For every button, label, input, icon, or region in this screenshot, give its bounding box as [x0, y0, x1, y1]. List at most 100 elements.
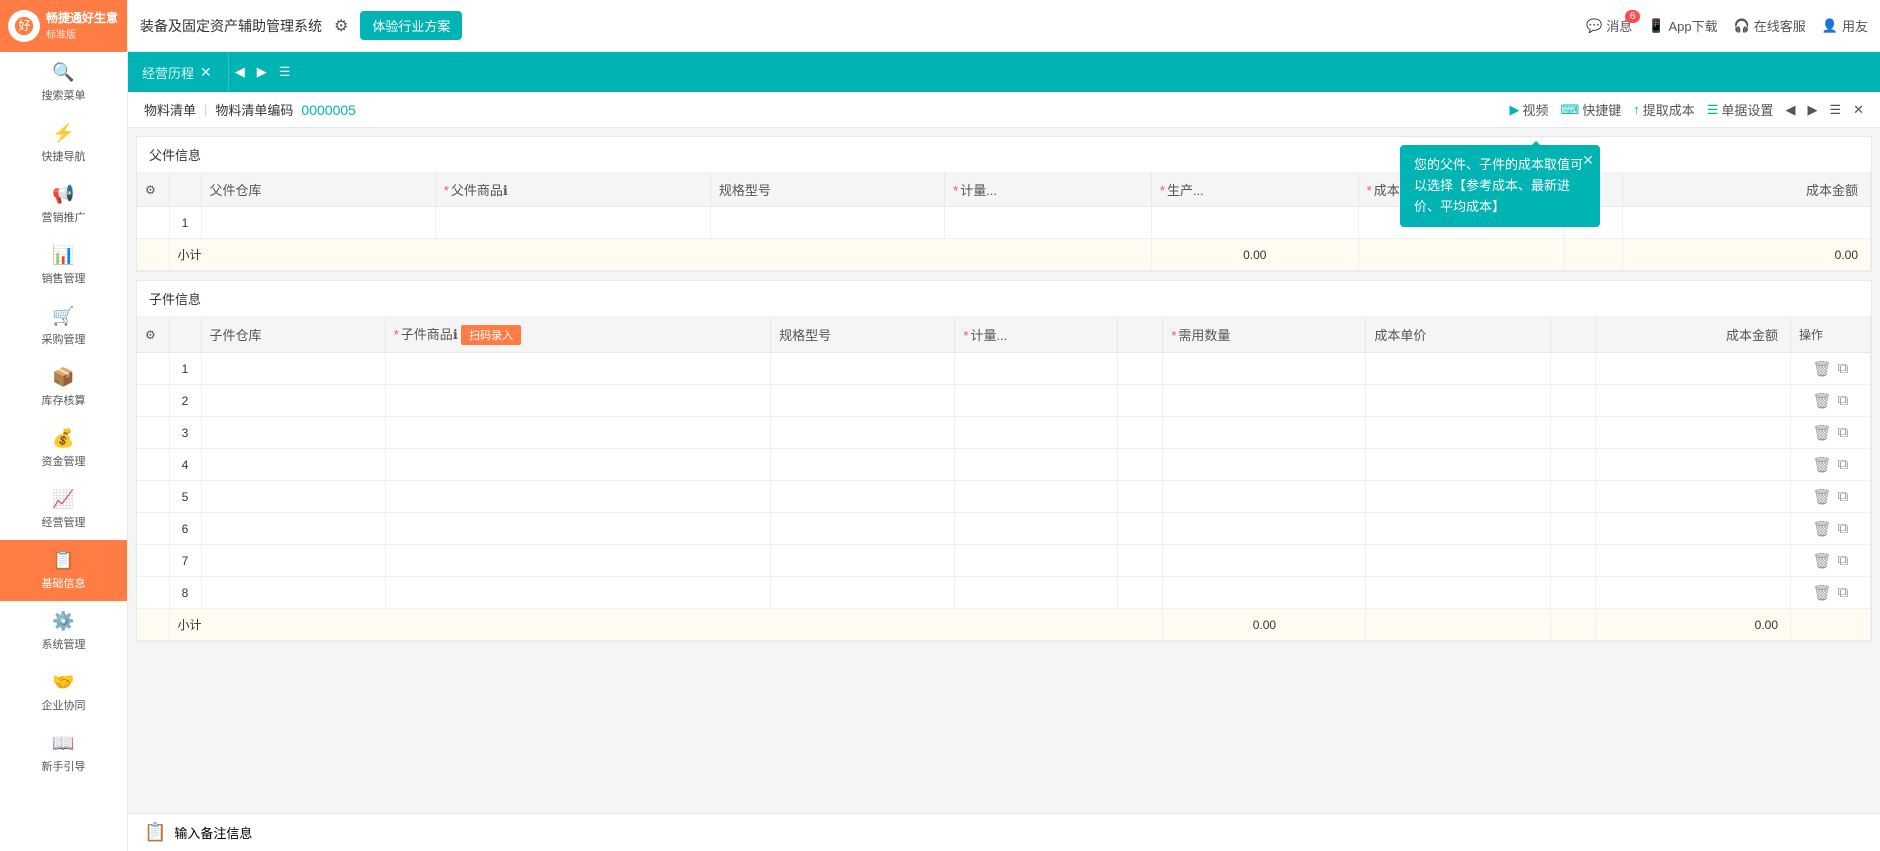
online-service-button[interactable]: 🎧 在线客服	[1734, 16, 1806, 35]
child-row-2-unit[interactable]	[955, 417, 1118, 449]
tab-nav-arrow-right[interactable]: ▶	[251, 64, 273, 80]
sidebar-item-11[interactable]: 📖新手引导	[0, 723, 127, 784]
child-row-5-unit[interactable]	[955, 513, 1118, 545]
copy-icon-3[interactable]: ⧉	[1838, 456, 1849, 474]
child-row-0-unit[interactable]	[955, 353, 1118, 385]
copy-icon-5[interactable]: ⧉	[1838, 520, 1849, 538]
scan-input-btn[interactable]: 扫码录入	[461, 325, 521, 345]
tab-close-4[interactable]: ✕	[198, 65, 214, 79]
tab-menu-icon[interactable]: ☰	[273, 64, 297, 80]
child-row-4-unit-price[interactable]	[1366, 481, 1550, 513]
nav-menu[interactable]: ☰	[1829, 102, 1841, 118]
sidebar-item-8[interactable]: 📋基础信息	[0, 540, 127, 601]
child-row-3-spec[interactable]	[771, 449, 955, 481]
child-row-3-product[interactable]	[385, 449, 770, 481]
delete-icon-1[interactable]: 🗑	[1813, 392, 1832, 410]
child-row-3-warehouse[interactable]	[201, 449, 385, 481]
parent-row-1-spec[interactable]	[710, 207, 944, 239]
sidebar-item-4[interactable]: 🛒采购管理	[0, 296, 127, 357]
parent-row-1-product[interactable]	[435, 207, 710, 239]
delete-icon-3[interactable]: 🗑	[1813, 456, 1832, 474]
child-row-6-quantity[interactable]	[1163, 545, 1366, 577]
child-row-3-unit[interactable]	[955, 449, 1118, 481]
close-page[interactable]: ✕	[1853, 102, 1864, 118]
child-row-4-product[interactable]	[385, 481, 770, 513]
tab-4[interactable]: 经营历程✕	[128, 52, 229, 92]
child-row-0-spec[interactable]	[771, 353, 955, 385]
parent-row-1-unit[interactable]	[945, 207, 1152, 239]
parent-row-1-produce[interactable]	[1151, 207, 1358, 239]
copy-icon-1[interactable]: ⧉	[1838, 392, 1849, 410]
child-row-5-warehouse[interactable]	[201, 513, 385, 545]
sidebar-item-5[interactable]: 📦库存核算	[0, 357, 127, 418]
child-row-0-product[interactable]	[385, 353, 770, 385]
app-download-button[interactable]: 📱 App下载	[1648, 16, 1717, 35]
child-row-2-spec[interactable]	[771, 417, 955, 449]
child-row-0-warehouse[interactable]	[201, 353, 385, 385]
child-row-5-spec[interactable]	[771, 513, 955, 545]
child-row-5-unit-price[interactable]	[1366, 513, 1550, 545]
child-row-6-warehouse[interactable]	[201, 545, 385, 577]
child-row-0-unit-price[interactable]	[1366, 353, 1550, 385]
user-button[interactable]: 👤 用友	[1822, 16, 1868, 35]
child-row-4-quantity[interactable]	[1163, 481, 1366, 513]
tab-nav-arrow[interactable]: ◀	[229, 64, 251, 80]
child-row-2-quantity[interactable]	[1163, 417, 1366, 449]
sidebar-item-1[interactable]: ⚡快捷导航	[0, 113, 127, 174]
extract-cost-action[interactable]: ↑ 提取成本	[1633, 100, 1695, 119]
child-row-6-spec[interactable]	[771, 545, 955, 577]
delete-icon-0[interactable]: 🗑	[1813, 360, 1832, 378]
child-row-1-spec[interactable]	[771, 385, 955, 417]
delete-icon-4[interactable]: 🗑	[1813, 488, 1832, 506]
single-setting-action[interactable]: ☰ 单据设置	[1707, 100, 1774, 119]
copy-icon-0[interactable]: ⧉	[1838, 360, 1849, 378]
sidebar-item-7[interactable]: 📈经营管理	[0, 479, 127, 540]
delete-icon-7[interactable]: 🗑	[1813, 584, 1832, 602]
child-row-6-unit[interactable]	[955, 545, 1118, 577]
child-row-3-unit-price[interactable]	[1366, 449, 1550, 481]
child-row-7-spec[interactable]	[771, 577, 955, 609]
content-scroll[interactable]: ✕ 您的父件、子件的成本取值可以选择【参考成本、最新进价、平均成本】 父件信息 …	[128, 128, 1880, 813]
trial-button[interactable]: 体验行业方案	[360, 11, 462, 40]
message-button[interactable]: 💬 消息 6	[1586, 16, 1632, 35]
child-row-7-quantity[interactable]	[1163, 577, 1366, 609]
parent-row-1-warehouse[interactable]	[201, 207, 435, 239]
child-row-6-product[interactable]	[385, 545, 770, 577]
view-action[interactable]: ▶ 视频	[1509, 100, 1548, 119]
child-row-2-unit-price[interactable]	[1366, 417, 1550, 449]
child-row-5-product[interactable]	[385, 513, 770, 545]
child-row-7-product[interactable]	[385, 577, 770, 609]
child-row-1-quantity[interactable]	[1163, 385, 1366, 417]
child-row-5-quantity[interactable]	[1163, 513, 1366, 545]
child-row-1-unit-price[interactable]	[1366, 385, 1550, 417]
sidebar-item-9[interactable]: ⚙️系统管理	[0, 601, 127, 662]
shortcut-action[interactable]: ⌨ 快捷键	[1560, 100, 1621, 119]
child-row-1-product[interactable]	[385, 385, 770, 417]
child-row-3-quantity[interactable]	[1163, 449, 1366, 481]
delete-icon-2[interactable]: 🗑	[1813, 424, 1832, 442]
nav-next[interactable]: ▶	[1807, 102, 1817, 118]
copy-icon-2[interactable]: ⧉	[1838, 424, 1849, 442]
copy-icon-4[interactable]: ⧉	[1838, 488, 1849, 506]
sidebar-item-3[interactable]: 📊销售管理	[0, 235, 127, 296]
copy-icon-6[interactable]: ⧉	[1838, 552, 1849, 570]
child-row-6-unit-price[interactable]	[1366, 545, 1550, 577]
sidebar-item-6[interactable]: 💰资金管理	[0, 418, 127, 479]
child-row-0-quantity[interactable]	[1163, 353, 1366, 385]
child-row-1-warehouse[interactable]	[201, 385, 385, 417]
delete-icon-6[interactable]: 🗑	[1813, 552, 1832, 570]
sidebar-item-0[interactable]: 🔍搜索菜单	[0, 52, 127, 113]
child-row-7-unit[interactable]	[955, 577, 1118, 609]
sidebar-item-2[interactable]: 📢营销推广	[0, 174, 127, 235]
child-row-4-warehouse[interactable]	[201, 481, 385, 513]
child-row-2-warehouse[interactable]	[201, 417, 385, 449]
copy-icon-7[interactable]: ⧉	[1838, 584, 1849, 602]
sidebar-item-10[interactable]: 🤝企业协同	[0, 662, 127, 723]
delete-icon-5[interactable]: 🗑	[1813, 520, 1832, 538]
nav-prev[interactable]: ◀	[1785, 102, 1795, 118]
child-row-1-unit[interactable]	[955, 385, 1118, 417]
child-row-4-unit[interactable]	[955, 481, 1118, 513]
child-row-4-spec[interactable]	[771, 481, 955, 513]
child-row-7-unit-price[interactable]	[1366, 577, 1550, 609]
child-row-7-warehouse[interactable]	[201, 577, 385, 609]
